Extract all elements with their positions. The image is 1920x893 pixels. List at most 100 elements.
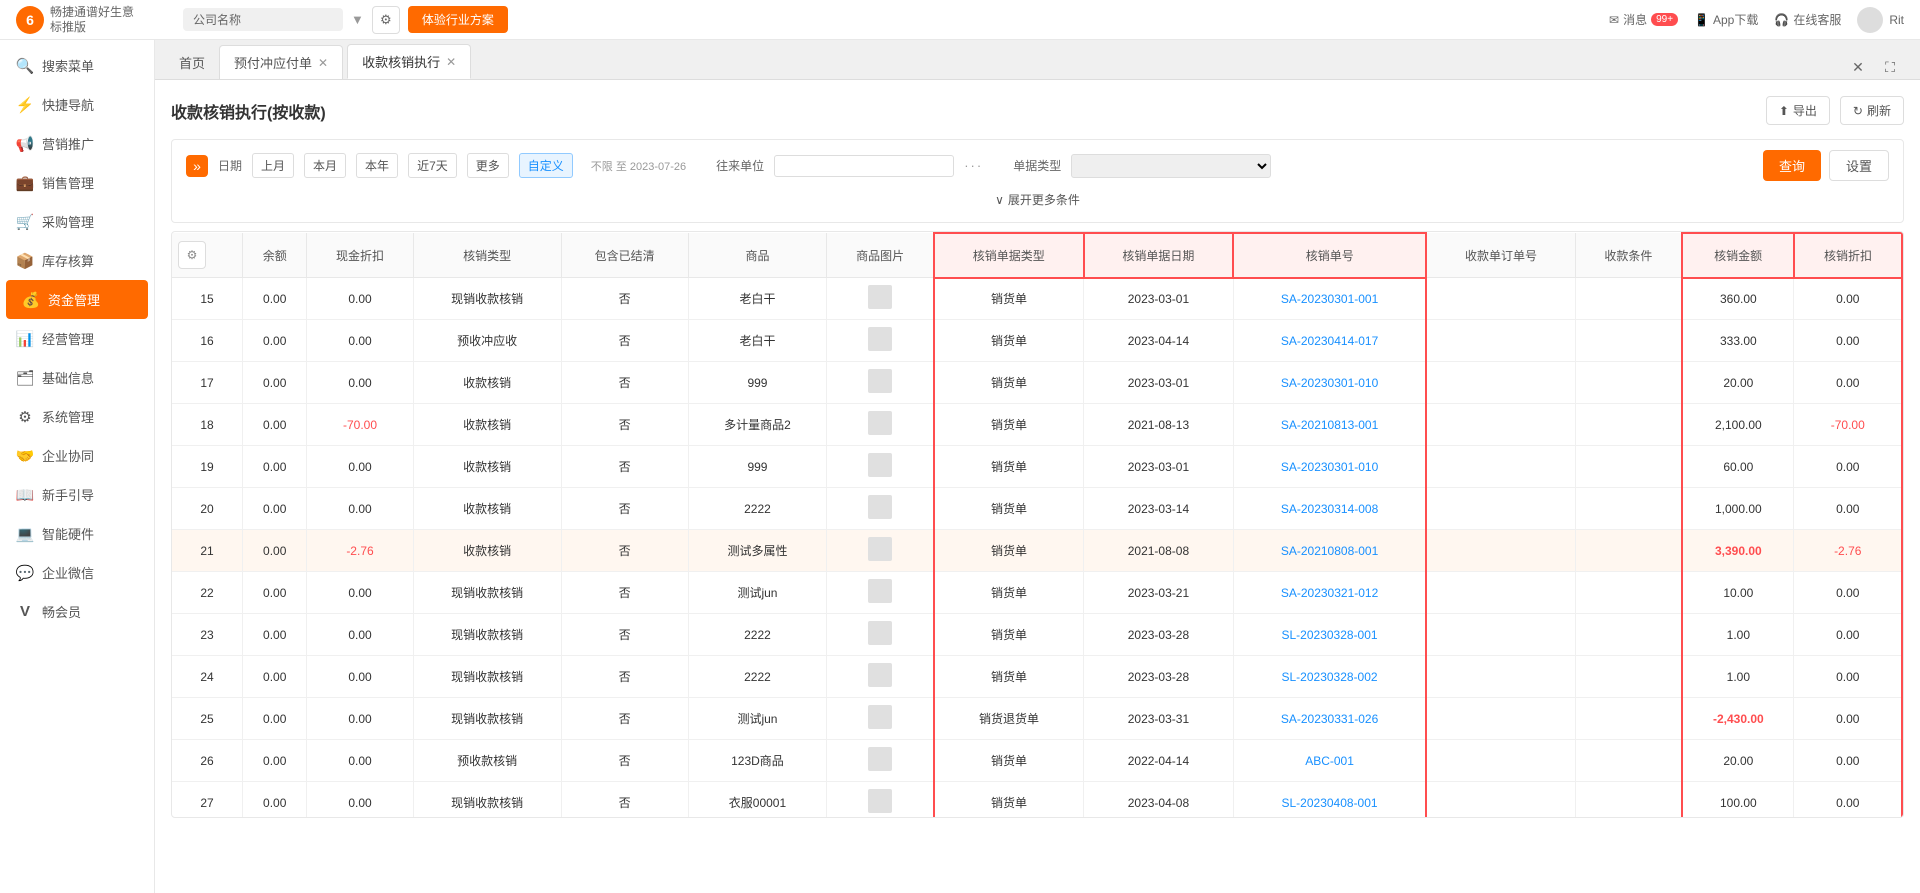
sidebar-item-collab[interactable]: 🤝 企业协同	[0, 436, 154, 475]
sidebar-item-hardware[interactable]: 💻 智能硬件	[0, 514, 154, 553]
message-badge: 99+	[1651, 13, 1678, 26]
query-button[interactable]: 查询	[1763, 150, 1821, 181]
filter-last7[interactable]: 近7天	[408, 153, 457, 178]
cell-product-img	[827, 656, 934, 698]
cell-receipt-condition	[1575, 614, 1682, 656]
sidebar-item-guide[interactable]: 📖 新手引导	[0, 475, 154, 514]
sidebar-item-purchase[interactable]: 🛒 采购管理	[0, 202, 154, 241]
cell-write-off-discount: 0.00	[1794, 320, 1902, 362]
cell-write-off-type: 销货单	[934, 656, 1084, 698]
export-button[interactable]: ⬆ 导出	[1766, 96, 1830, 125]
window-controls: ✕ ⛶	[1846, 55, 1910, 79]
app-download-button[interactable]: 📱 App下载	[1694, 11, 1758, 28]
cell-include-settled: 否	[561, 698, 688, 740]
cell-write-off-no: SL-20230328-002	[1233, 656, 1426, 698]
cell-include-settled: 否	[561, 740, 688, 782]
table-row: 21 0.00 -2.76 收款核销 否 测试多属性 销货单 2021-08-0…	[172, 530, 1902, 572]
expand-more-button[interactable]: ∨ 展开更多条件	[186, 187, 1889, 212]
table-header-row: ⚙ 余额 现金折扣 核销类型 包含已结清 商品 商品图片 核销单据类型 核销单据…	[172, 233, 1902, 278]
sidebar-item-search[interactable]: 🔍 搜索菜单	[0, 46, 154, 85]
col-settings-icon[interactable]: ⚙	[178, 241, 206, 269]
sidebar-item-system[interactable]: ⚙ 系统管理	[0, 397, 154, 436]
filter-more[interactable]: 更多	[467, 153, 509, 178]
cell-verify-type: 收款核销	[413, 404, 561, 446]
cell-receipt-condition	[1575, 530, 1682, 572]
settings-icon[interactable]: ⚙	[372, 6, 400, 34]
filter-this-year[interactable]: 本年	[356, 153, 398, 178]
sidebar-item-quicknav[interactable]: ⚡ 快捷导航	[0, 85, 154, 124]
tab-write-off[interactable]: 收款核销执行 ✕	[347, 44, 471, 79]
sidebar-item-basic-info[interactable]: 🗂 基础信息	[0, 358, 154, 397]
sidebar-item-wechat[interactable]: 💬 企业微信	[0, 553, 154, 592]
cell-receipt-condition	[1575, 320, 1682, 362]
cell-product-img	[827, 614, 934, 656]
app-icon: 📱	[1694, 13, 1709, 27]
cell-balance: 0.00	[242, 656, 306, 698]
hardware-icon: 💻	[16, 525, 34, 543]
top-bar: 6 畅捷通谱好生意 标推版 公司名称 ▼ ⚙ 体验行业方案 ✉ 消息 99+ 📱…	[0, 0, 1920, 40]
cell-cash-discount: 0.00	[307, 362, 413, 404]
cell-receipt-order-no	[1426, 446, 1575, 488]
industry-solution-button[interactable]: 体验行业方案	[408, 6, 508, 33]
cell-write-off-discount: 0.00	[1794, 698, 1902, 740]
expand-arrow[interactable]: »	[186, 155, 208, 177]
table-row: 15 0.00 0.00 现销收款核销 否 老白干 销货单 2023-03-01…	[172, 278, 1902, 320]
logo-text: 畅捷通谱好生意 标推版	[50, 5, 134, 34]
online-service-button[interactable]: 🎧 在线客服	[1774, 11, 1841, 28]
cell-product: 多计量商品2	[688, 404, 827, 446]
cell-product-img	[827, 572, 934, 614]
cell-receipt-condition	[1575, 782, 1682, 819]
tab-prepayment[interactable]: 预付冲应付单 ✕	[219, 45, 343, 79]
col-product: 商品	[688, 233, 827, 278]
cell-receipt-order-no	[1426, 320, 1575, 362]
sidebar-item-sales[interactable]: 💼 销售管理	[0, 163, 154, 202]
date-range: 不限 至 2023-07-26	[591, 158, 686, 174]
receipt-type-select[interactable]	[1071, 154, 1271, 178]
cell-include-settled: 否	[561, 446, 688, 488]
refresh-button[interactable]: ↻ 刷新	[1840, 96, 1904, 125]
from-unit-input[interactable]	[774, 155, 954, 177]
cell-receipt-condition	[1575, 572, 1682, 614]
guide-icon: 📖	[16, 486, 34, 504]
window-maximize-button[interactable]: ⛶	[1878, 55, 1902, 79]
filter-settings-button[interactable]: 设置	[1829, 150, 1889, 181]
sidebar-item-inventory[interactable]: 📦 库存核算	[0, 241, 154, 280]
filter-this-month[interactable]: 本月	[304, 153, 346, 178]
cell-write-off-amount: 333.00	[1682, 320, 1794, 362]
cell-write-off-amount: 20.00	[1682, 362, 1794, 404]
page-header: 收款核销执行(按收款) ⬆ 导出 ↻ 刷新	[171, 96, 1904, 125]
cell-write-off-type: 销货单	[934, 320, 1084, 362]
col-write-off-date: 核销单据日期	[1084, 233, 1234, 278]
filter-last-month[interactable]: 上月	[252, 153, 294, 178]
tab-home[interactable]: 首页	[165, 46, 219, 79]
cell-no: 20	[172, 488, 242, 530]
cell-write-off-no: SL-20230328-001	[1233, 614, 1426, 656]
cell-no: 16	[172, 320, 242, 362]
cell-write-off-amount: 2,100.00	[1682, 404, 1794, 446]
cell-product: 测试多属性	[688, 530, 827, 572]
company-selector[interactable]: 公司名称	[183, 8, 343, 31]
col-write-off-type: 核销单据类型	[934, 233, 1084, 278]
tab-close-write-off[interactable]: ✕	[446, 55, 456, 69]
cell-product-img	[827, 404, 934, 446]
cell-write-off-discount: 0.00	[1794, 782, 1902, 819]
window-close-button[interactable]: ✕	[1846, 55, 1870, 79]
sidebar-item-marketing[interactable]: 📢 营销推广	[0, 124, 154, 163]
tab-close-prepayment[interactable]: ✕	[318, 56, 328, 70]
sidebar-item-finance[interactable]: 💰 资金管理	[6, 280, 148, 319]
table-row: 19 0.00 0.00 收款核销 否 999 销货单 2023-03-01 S…	[172, 446, 1902, 488]
cell-receipt-condition	[1575, 362, 1682, 404]
cell-product-img	[827, 698, 934, 740]
sidebar-item-management[interactable]: 📊 经营管理	[0, 319, 154, 358]
cell-write-off-discount: 0.00	[1794, 572, 1902, 614]
cell-write-off-type: 销货单	[934, 572, 1084, 614]
message-button[interactable]: ✉ 消息 99+	[1609, 11, 1678, 28]
cell-receipt-order-no	[1426, 488, 1575, 530]
sidebar-item-member[interactable]: V 畅会员	[0, 592, 154, 631]
cell-balance: 0.00	[242, 698, 306, 740]
filter-expand-row: ∨ 展开更多条件	[186, 187, 1889, 212]
filter-custom[interactable]: 自定义	[519, 153, 573, 178]
search-icon: 🔍	[16, 57, 34, 75]
cell-write-off-type: 销货单	[934, 446, 1084, 488]
system-icon: ⚙	[16, 408, 34, 426]
